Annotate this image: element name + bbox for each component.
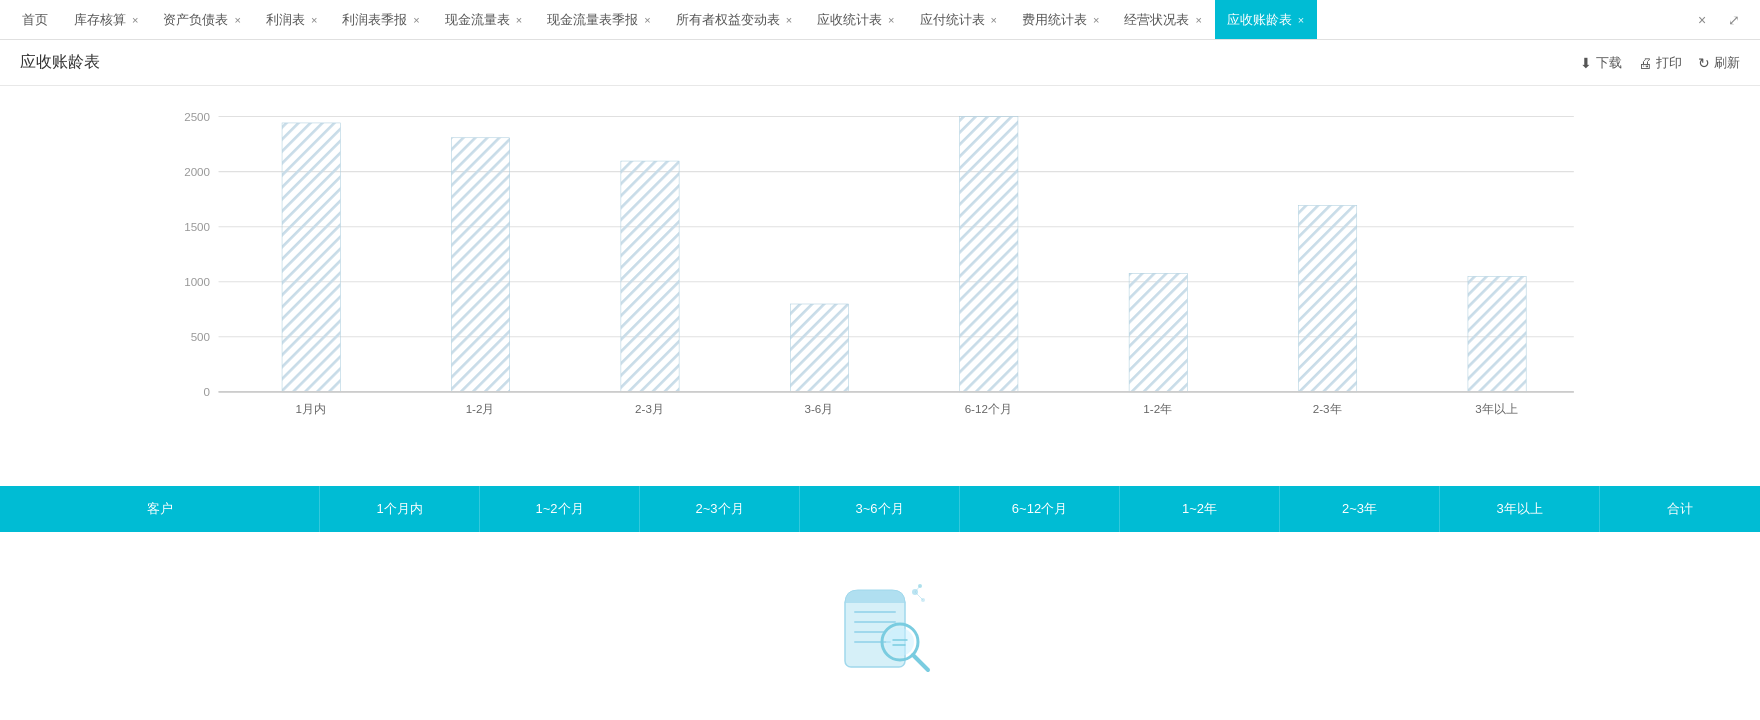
- svg-text:3-6月: 3-6月: [804, 402, 833, 415]
- close-tab-profit[interactable]: ×: [311, 14, 317, 26]
- col-header-3year-plus: 3年以上: [1440, 486, 1600, 532]
- svg-text:1-2月: 1-2月: [466, 402, 495, 415]
- tab-bar: 首页 库存核算 × 资产负债表 × 利润表 × 利润表季报 × 现金流量表 × …: [0, 0, 1760, 40]
- col-header-2-3month: 2~3个月: [640, 486, 800, 532]
- svg-text:1月内: 1月内: [295, 402, 325, 415]
- main-content: 0 500 1000 1500 2000 2500 1月内 1-2月 2-3月: [0, 86, 1760, 720]
- bar-6-12月: [960, 117, 1018, 392]
- page-header: 应收账龄表 ⬇ 下载 🖨 打印 ↻ 刷新: [0, 40, 1760, 86]
- close-tab-profit-quarterly[interactable]: ×: [413, 14, 419, 26]
- col-header-1-2month: 1~2个月: [480, 486, 640, 532]
- close-tab-ar-stats[interactable]: ×: [888, 14, 894, 26]
- col-header-total: 合计: [1600, 486, 1760, 532]
- table-header-row: 客户 1个月内 1~2个月 2~3个月 3~6个月 6~12个月 1~2年 2~…: [0, 486, 1760, 532]
- refresh-button[interactable]: ↻ 刷新: [1698, 54, 1740, 72]
- tab-ar-stats[interactable]: 应收统计表 ×: [805, 0, 907, 40]
- print-icon: 🖨: [1638, 55, 1652, 71]
- maximize-window-button[interactable]: ⤢: [1724, 10, 1744, 30]
- bar-2-3年: [1299, 206, 1357, 392]
- close-tab-balance[interactable]: ×: [234, 14, 240, 26]
- tab-ap-stats[interactable]: 应付统计表 ×: [908, 0, 1010, 40]
- close-tab-cashflow[interactable]: ×: [516, 14, 522, 26]
- svg-text:1500: 1500: [184, 220, 210, 233]
- tab-cashflow[interactable]: 现金流量表 ×: [433, 0, 535, 40]
- close-tab-equity[interactable]: ×: [786, 14, 792, 26]
- empty-state: [0, 532, 1760, 720]
- svg-text:2500: 2500: [184, 110, 210, 123]
- bar-1-2月: [451, 138, 509, 392]
- empty-icon: [820, 572, 940, 682]
- bar-3年以上: [1468, 276, 1526, 391]
- close-tab-inventory[interactable]: ×: [132, 14, 138, 26]
- bar-chart: 0 500 1000 1500 2000 2500 1月内 1-2月 2-3月: [20, 106, 1730, 466]
- close-tab-operations[interactable]: ×: [1195, 14, 1201, 26]
- tab-profit[interactable]: 利润表 ×: [254, 0, 330, 40]
- close-window-button[interactable]: ×: [1692, 10, 1712, 30]
- empty-illustration: [820, 572, 940, 682]
- col-header-customer: 客户: [0, 486, 320, 532]
- svg-line-30: [913, 655, 928, 670]
- bar-1-2年: [1129, 273, 1187, 392]
- tab-inventory[interactable]: 库存核算 ×: [62, 0, 151, 40]
- tab-home[interactable]: 首页: [8, 11, 62, 29]
- bar-2-3月: [621, 161, 679, 392]
- tab-cashflow-quarterly[interactable]: 现金流量表季报 ×: [535, 0, 663, 40]
- svg-text:1-2年: 1-2年: [1143, 402, 1172, 415]
- tab-ar-aging[interactable]: 应收账龄表 ×: [1215, 0, 1317, 40]
- bar-1月内: [282, 123, 340, 392]
- refresh-icon: ↻: [1698, 55, 1710, 71]
- col-header-3-6month: 3~6个月: [800, 486, 960, 532]
- close-tab-ap-stats[interactable]: ×: [991, 14, 997, 26]
- toolbar-actions: ⬇ 下载 🖨 打印 ↻ 刷新: [1580, 54, 1740, 72]
- svg-text:0: 0: [204, 385, 211, 398]
- close-tab-expense-stats[interactable]: ×: [1093, 14, 1099, 26]
- tab-balance[interactable]: 资产负债表 ×: [151, 0, 253, 40]
- chart-area: 0 500 1000 1500 2000 2500 1月内 1-2月 2-3月: [0, 86, 1760, 486]
- tab-equity[interactable]: 所有者权益变动表 ×: [664, 0, 805, 40]
- tab-profit-quarterly[interactable]: 利润表季报 ×: [330, 0, 432, 40]
- col-header-2-3year: 2~3年: [1280, 486, 1440, 532]
- svg-line-37: [915, 592, 923, 600]
- page-title: 应收账龄表: [20, 52, 100, 73]
- svg-text:3年以上: 3年以上: [1475, 402, 1517, 415]
- print-button[interactable]: 🖨 打印: [1638, 54, 1682, 72]
- col-header-1-2year: 1~2年: [1120, 486, 1280, 532]
- svg-text:6-12个月: 6-12个月: [965, 402, 1012, 415]
- svg-point-29: [886, 628, 914, 656]
- download-icon: ⬇: [1580, 55, 1592, 71]
- svg-text:1000: 1000: [184, 275, 210, 288]
- close-tab-ar-aging[interactable]: ×: [1298, 14, 1304, 26]
- col-header-6-12month: 6~12个月: [960, 486, 1120, 532]
- col-header-1month: 1个月内: [320, 486, 480, 532]
- svg-text:500: 500: [191, 330, 211, 343]
- svg-text:2000: 2000: [184, 165, 210, 178]
- download-button[interactable]: ⬇ 下载: [1580, 54, 1622, 72]
- bar-3-6月: [790, 304, 848, 392]
- tab-operations[interactable]: 经营状况表 ×: [1112, 0, 1214, 40]
- close-tab-cashflow-quarterly[interactable]: ×: [644, 14, 650, 26]
- window-controls: × ⤢: [1692, 10, 1752, 30]
- svg-text:2-3月: 2-3月: [635, 402, 664, 415]
- svg-text:2-3年: 2-3年: [1313, 402, 1342, 415]
- tab-expense-stats[interactable]: 费用统计表 ×: [1010, 0, 1112, 40]
